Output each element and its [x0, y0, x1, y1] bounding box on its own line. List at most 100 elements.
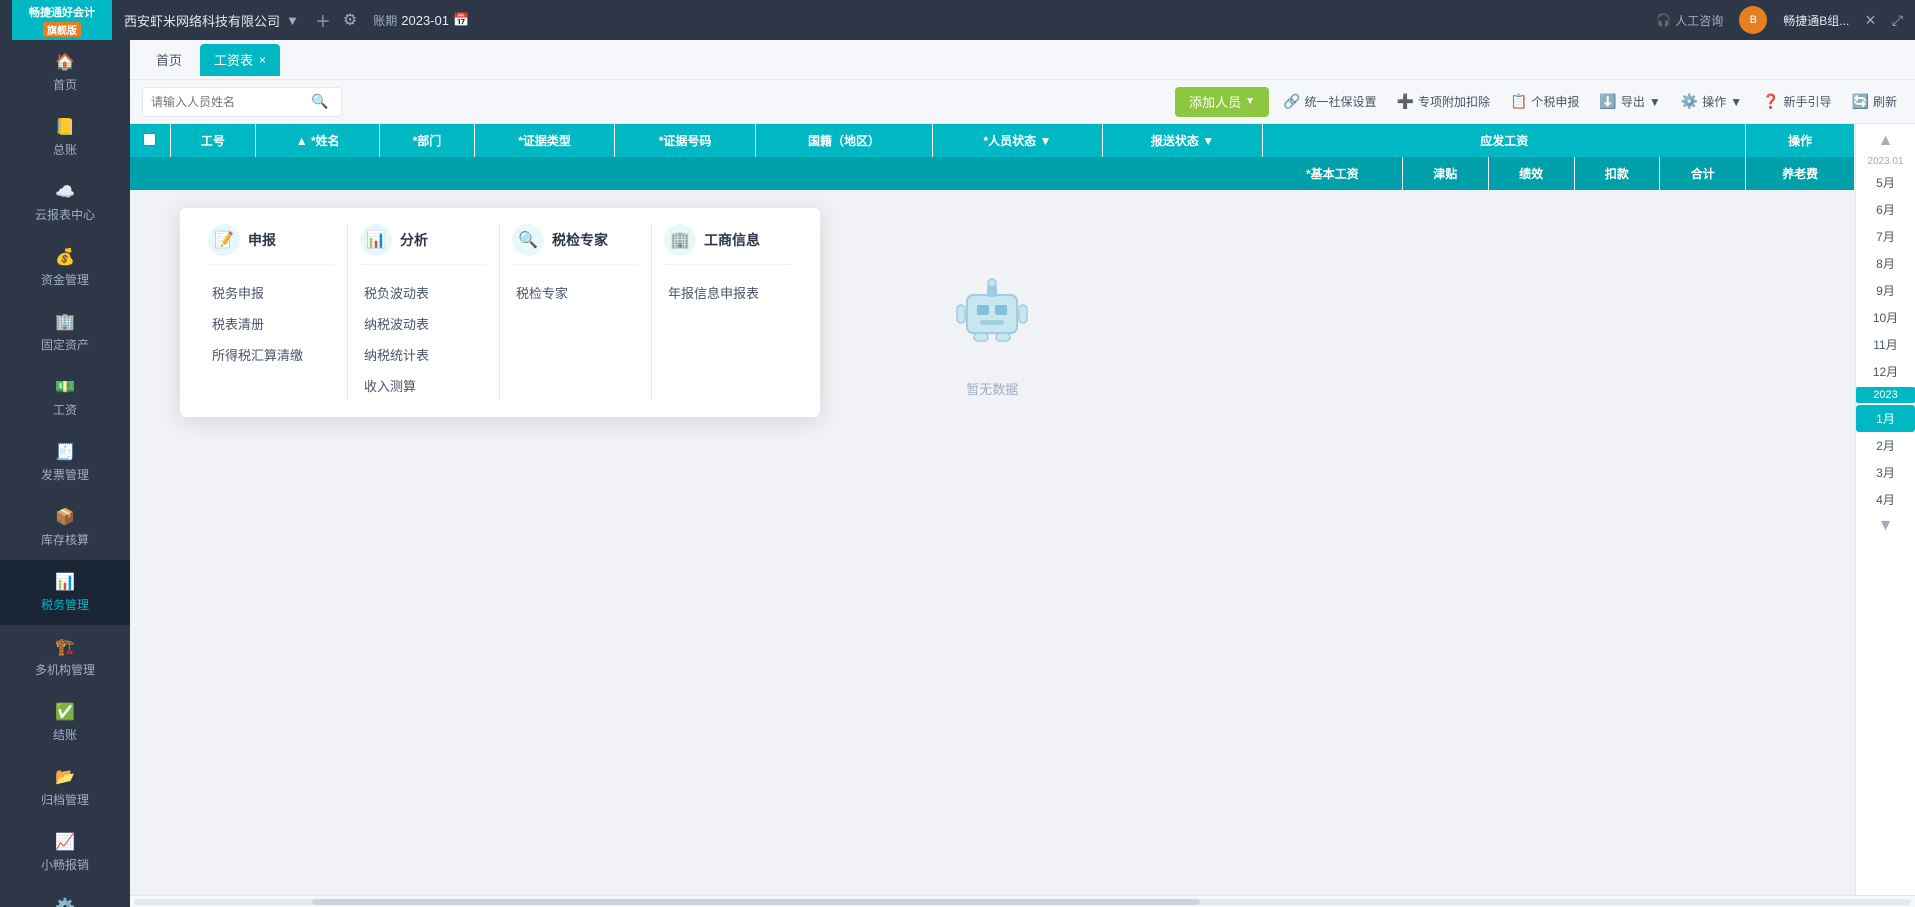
special-deduction-btn[interactable]: ➕ 专项附加扣除 [1391, 87, 1496, 117]
add-person-arrow: ▼ [1245, 96, 1255, 107]
sidebar-item-fixed-assets[interactable]: 🏢 固定资产 [0, 300, 130, 365]
individual-tax-btn[interactable]: 📋 个税申报 [1504, 87, 1585, 117]
user-name[interactable]: 畅捷通B组... [1783, 12, 1849, 29]
table-header-row1: 工号 ▲ *姓名 *部门 *证据类型 *证据号码 国籍（地区） *人员状态 ▼ [130, 124, 1855, 157]
cal-month-8[interactable]: 8月 [1856, 250, 1915, 277]
cal-month-12[interactable]: 12月 [1856, 358, 1915, 385]
tax-declare-item[interactable]: 税务申报 [208, 277, 335, 308]
annual-report-declare-item[interactable]: 年报信息申报表 [664, 277, 792, 308]
calendar-down-btn[interactable]: ▼ [1874, 513, 1898, 539]
refresh-icon: 🔄 [1852, 93, 1869, 110]
new-guide-toolbar-icon: ❓ [1762, 93, 1779, 110]
cal-month-10[interactable]: 10月 [1856, 304, 1915, 331]
company-selector[interactable]: 西安虾米网络科技有限公司 ▼ [124, 11, 299, 30]
tab-home[interactable]: 首页 [142, 44, 196, 76]
new-guide-toolbar-label: 新手引导 [1784, 93, 1832, 110]
sidebar-item-cloud-report[interactable]: ☁️ 云报表中心 [0, 170, 130, 235]
tax-dropdown-menu: 📝 申报 税务申报 税表清册 所得税汇算清缴 📊 [180, 208, 820, 417]
cal-month-11[interactable]: 11月 [1856, 331, 1915, 358]
report-status-filter-icon: ▼ [1202, 134, 1214, 148]
th-name[interactable]: ▲ *姓名 [256, 124, 380, 157]
cal-month-2[interactable]: 2月 [1856, 432, 1915, 459]
special-deduction-icon: ➕ [1397, 93, 1414, 110]
cloud-icon: ☁️ [55, 182, 75, 202]
tab-close-icon[interactable]: × [259, 53, 266, 67]
individual-tax-icon: 📋 [1510, 93, 1527, 110]
add-tab-icon[interactable]: ＋ [315, 8, 331, 32]
human-service-btn[interactable]: 🎧 人工咨询 [1656, 12, 1723, 29]
cal-month-4[interactable]: 4月 [1856, 486, 1915, 513]
social-security-btn[interactable]: 🔗 统一社保设置 [1277, 87, 1382, 117]
company-name: 西安虾米网络科技有限公司 [124, 11, 280, 30]
calendar-icon[interactable]: 📅 [453, 12, 469, 28]
cal-month-9[interactable]: 9月 [1856, 277, 1915, 304]
export-btn[interactable]: ⬇️ 导出 ▼ [1593, 87, 1666, 117]
tab-salary[interactable]: 工资表 × [200, 44, 280, 76]
sidebar-item-tax[interactable]: 📊 税务管理 [0, 560, 130, 625]
th-pay-wages: 应发工资 [1263, 124, 1746, 157]
sidebar-item-fund[interactable]: 💰 资金管理 [0, 235, 130, 300]
cal-month-7[interactable]: 7月 [1856, 223, 1915, 250]
sidebar-item-multi-org[interactable]: 🏗️ 多机构管理 [0, 625, 130, 690]
search-icon: 🔍 [311, 93, 328, 110]
new-guide-toolbar-btn[interactable]: ❓ 新手引导 [1756, 87, 1837, 117]
social-security-icon: 🔗 [1283, 93, 1300, 110]
tax-clear-item[interactable]: 税表清册 [208, 308, 335, 339]
table-wrapper: 工号 ▲ *姓名 *部门 *证据类型 *证据号码 国籍（地区） *人员状态 ▼ [130, 124, 1855, 895]
tax-expert-cat-title: 税检专家 [552, 230, 608, 250]
archive-icon: 📂 [55, 767, 75, 787]
refresh-btn[interactable]: 🔄 刷新 [1846, 87, 1903, 117]
settings-icon[interactable]: ⚙ [343, 10, 357, 30]
sidebar-fund-label: 资金管理 [41, 271, 89, 288]
window-fullscreen-btn[interactable]: ⤢ [1892, 12, 1903, 29]
company-dropdown-arrow: ▼ [286, 13, 299, 28]
horizontal-scrollbar[interactable] [130, 895, 1915, 907]
th-nationality: 国籍（地区） [755, 124, 932, 157]
empty-text: 暂无数据 [966, 379, 1018, 398]
search-input[interactable] [151, 95, 311, 109]
income-tax-calc-item[interactable]: 所得税汇算清缴 [208, 339, 335, 370]
add-person-button[interactable]: 添加人员 ▼ [1175, 87, 1269, 117]
export-icon: ⬇️ [1599, 93, 1616, 110]
sidebar-item-inventory[interactable]: 📦 库存核算 [0, 495, 130, 560]
tax-fluctuation-item[interactable]: 纳税波动表 [360, 308, 487, 339]
th-checkbox[interactable] [130, 124, 170, 157]
sidebar-item-ledger[interactable]: 📒 总账 [0, 105, 130, 170]
sidebar-item-checkout[interactable]: ✅ 结账 [0, 690, 130, 755]
dropdown-col-analysis: 📊 分析 税负波动表 纳税波动表 纳税统计表 收入测算 [348, 224, 500, 401]
th-personnel-status[interactable]: *人员状态 ▼ [933, 124, 1103, 157]
th-department: *部门 [380, 124, 475, 157]
empty-icon [952, 270, 1032, 367]
tax-stats-item[interactable]: 纳税统计表 [360, 339, 487, 370]
cal-month-6[interactable]: 6月 [1856, 196, 1915, 223]
operations-btn[interactable]: ⚙️ 操作 ▼ [1675, 87, 1748, 117]
cal-month-1[interactable]: 1月 [1856, 405, 1915, 432]
cal-month-3[interactable]: 3月 [1856, 459, 1915, 486]
calendar-up-btn[interactable]: ▲ [1874, 128, 1898, 154]
individual-tax-label: 个税申报 [1531, 93, 1579, 110]
operations-icon: ⚙️ [1681, 93, 1698, 110]
human-service-label: 人工咨询 [1675, 12, 1723, 29]
prev-year-label: 2023.01 [1867, 154, 1903, 169]
period-label: 账期 [373, 12, 397, 29]
income-preview-item[interactable]: 收入测算 [360, 370, 487, 401]
home-icon: 🏠 [55, 52, 75, 72]
sidebar-item-home[interactable]: 🏠 首页 [0, 40, 130, 105]
scrollbar-track[interactable] [134, 899, 1911, 905]
export-label: 导出 [1621, 93, 1645, 110]
sidebar-item-mini-report[interactable]: 📈 小畅报销 [0, 820, 130, 885]
scrollbar-thumb[interactable] [312, 899, 1201, 905]
select-all-checkbox[interactable] [143, 133, 156, 146]
th-report-status[interactable]: 报送状态 ▼ [1102, 124, 1263, 157]
tax-expert-cat-header: 🔍 税检专家 [512, 224, 639, 265]
sidebar-item-salary[interactable]: 💵 工资 [0, 365, 130, 430]
sidebar-item-invoice[interactable]: 🧾 发票管理 [0, 430, 130, 495]
sidebar-cloud-label: 云报表中心 [35, 206, 95, 223]
sidebar-item-archive[interactable]: 📂 归档管理 [0, 755, 130, 820]
tax-burden-table-item[interactable]: 税负波动表 [360, 277, 487, 308]
dropdown-col-tax-expert: 🔍 税检专家 税检专家 [500, 224, 652, 401]
window-close-btn[interactable]: × [1865, 10, 1876, 31]
cal-month-5[interactable]: 5月 [1856, 169, 1915, 196]
sidebar-item-basic-settings[interactable]: ⚙️ 基础设置 [0, 885, 130, 907]
tax-expert-item[interactable]: 税检专家 [512, 277, 639, 308]
